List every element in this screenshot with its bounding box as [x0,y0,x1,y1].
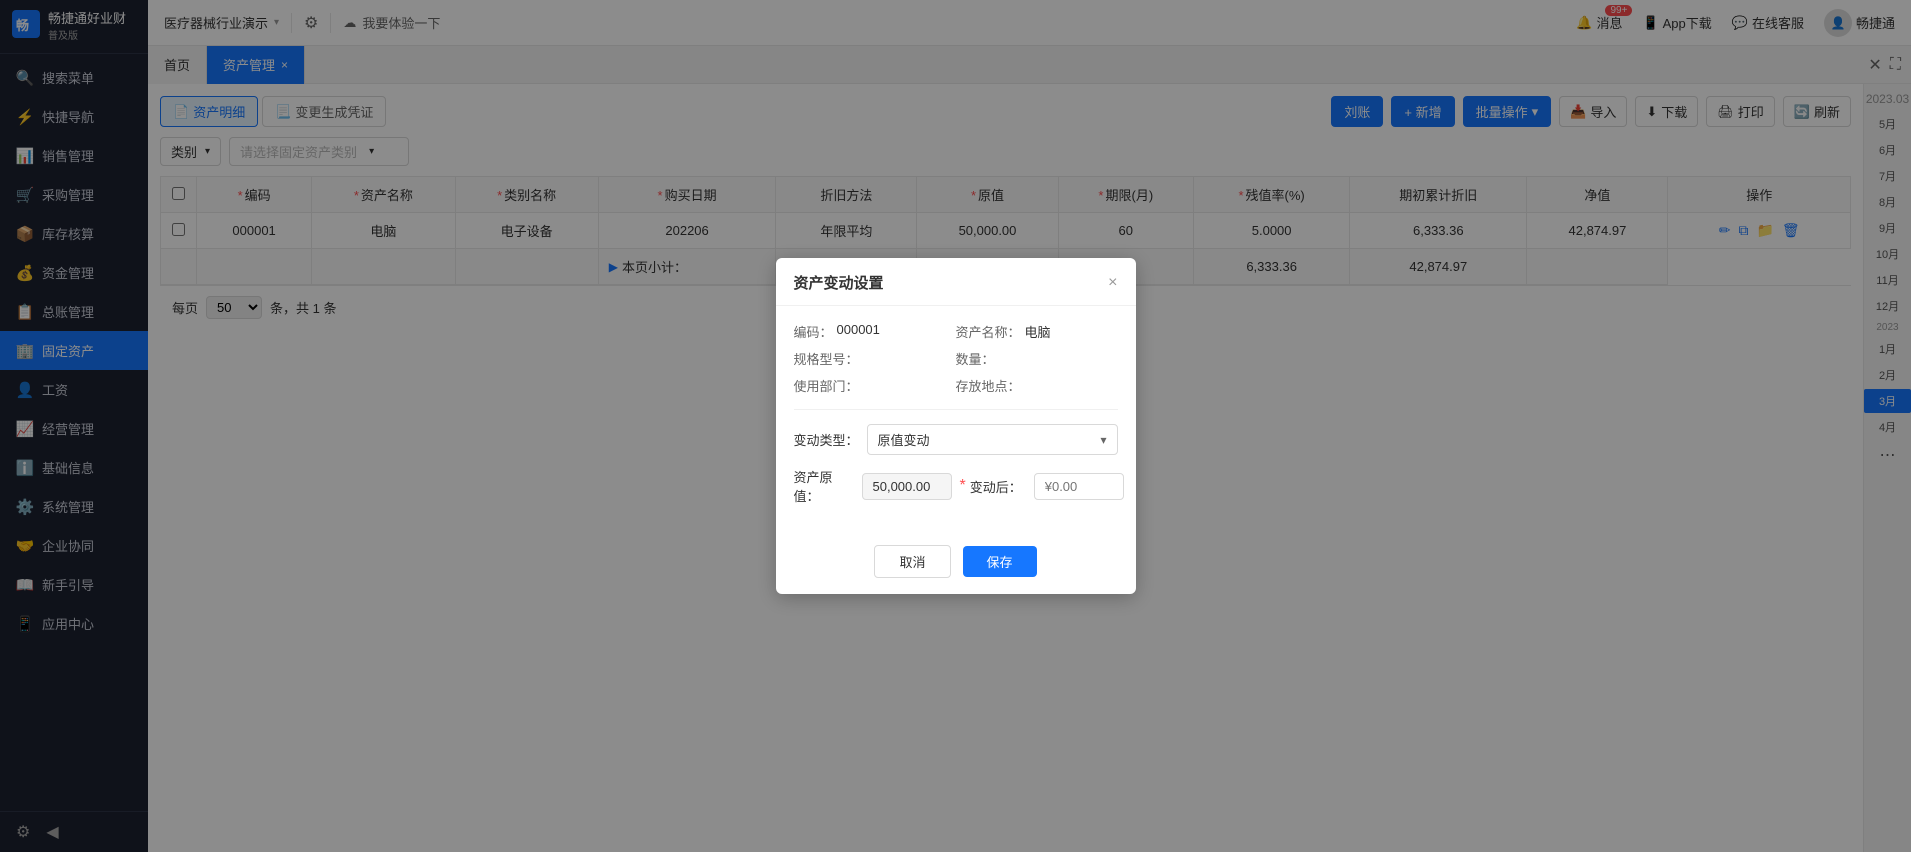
modal-code-label: 编码： [794,322,833,341]
original-value-display: 50,000.00 [862,473,952,500]
modal-overlay[interactable]: 资产变动设置 × 编码： 000001 资产名称： 电脑 规格型号： 数 [0,0,1911,852]
modal-asset-name-value: 电脑 [1025,322,1051,341]
change-type-value: 原值变动 [878,430,930,449]
change-type-label: 变动类型： [794,430,859,449]
after-group: * 变动后： [960,473,1124,500]
modal-info-grid: 编码： 000001 资产名称： 电脑 规格型号： 数量： 使用部门： [794,322,1118,410]
modal-asset-name-field: 资产名称： 电脑 [956,322,1118,341]
modal-code-value: 000001 [837,322,880,341]
modal-close-icon[interactable]: × [1108,274,1117,292]
change-type-select[interactable]: 原值变动 ▾ [867,424,1118,455]
value-row: 资产原值： 50,000.00 * 变动后： [794,467,1118,505]
change-type-arrow-icon: ▾ [1100,433,1106,447]
save-button[interactable]: 保存 [963,546,1037,577]
cancel-button[interactable]: 取消 [874,545,950,578]
modal-header: 资产变动设置 × [776,258,1136,306]
modal-spec-label: 规格型号： [794,349,859,368]
change-type-row: 变动类型： 原值变动 ▾ [794,424,1118,455]
original-value-label: 资产原值： [794,467,854,505]
modal-location-label: 存放地点： [956,376,1021,395]
modal-body: 编码： 000001 资产名称： 电脑 规格型号： 数量： 使用部门： [776,306,1136,533]
modal-spec-field: 规格型号： [794,349,956,368]
modal-dept-field: 使用部门： [794,376,956,395]
asset-change-modal: 资产变动设置 × 编码： 000001 资产名称： 电脑 规格型号： 数 [776,258,1136,594]
modal-title: 资产变动设置 [794,272,884,293]
modal-location-field: 存放地点： [956,376,1118,395]
modal-code-field: 编码： 000001 [794,322,956,341]
modal-quantity-label: 数量： [956,349,995,368]
modal-footer: 取消 保存 [776,533,1136,594]
modal-dept-label: 使用部门： [794,376,859,395]
modal-quantity-field: 数量： [956,349,1118,368]
required-star: * [960,477,966,495]
after-value-input[interactable] [1034,473,1124,500]
modal-asset-name-label: 资产名称： [956,322,1021,341]
after-label: 变动后： [970,477,1030,496]
